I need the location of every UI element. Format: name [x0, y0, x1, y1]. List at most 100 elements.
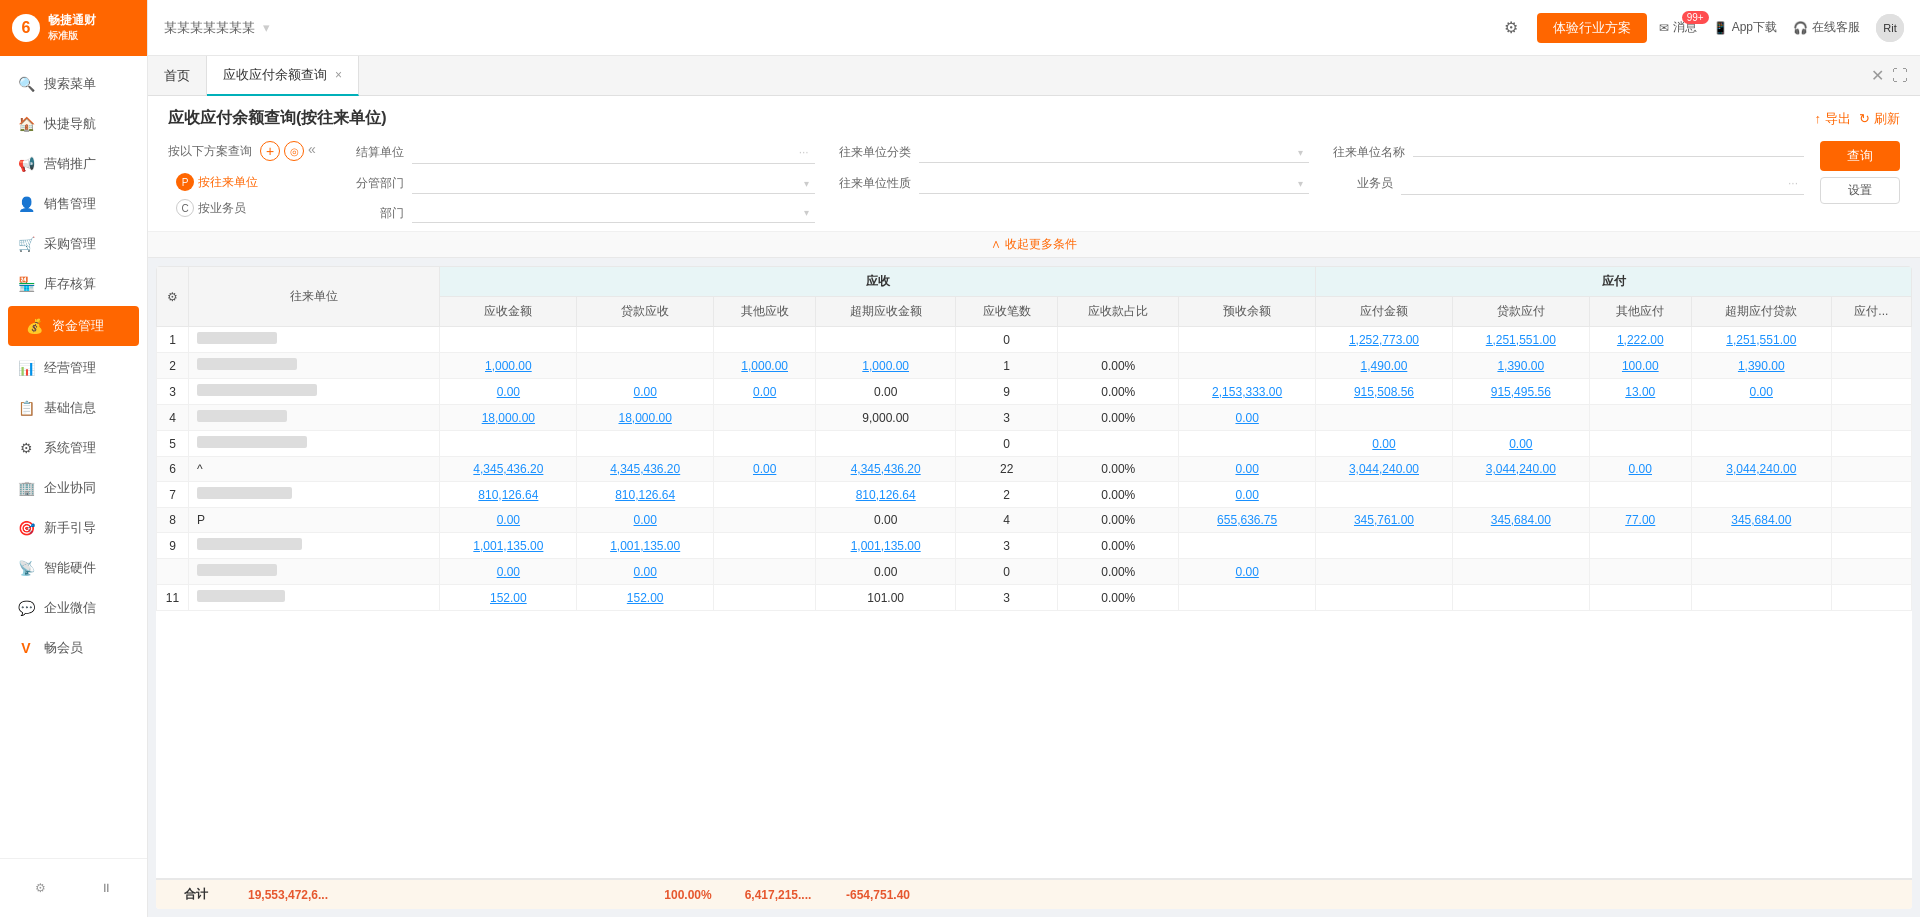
close-window-btn[interactable]: ✕ [1871, 66, 1884, 85]
dept-input[interactable]: ▾ [412, 174, 815, 194]
partner-nature-input[interactable]: ▾ [919, 174, 1310, 194]
row-overdue-ar: 0.00 [816, 379, 956, 405]
logo-sub: 标准版 [48, 29, 96, 43]
row-prepay: 0.00 [1179, 405, 1316, 431]
row-ap-etc [1831, 405, 1911, 431]
division-input[interactable]: ▾ [412, 203, 815, 223]
row-ap-amount [1316, 533, 1453, 559]
row-partner [189, 559, 440, 585]
tab-close-btn[interactable]: × [335, 68, 342, 82]
collapse-bar-btn[interactable]: ∧ 收起更多条件 [148, 231, 1920, 257]
sidebar-item-inventory[interactable]: 🏪 库存核算 [0, 264, 147, 304]
row-other-ap [1589, 482, 1691, 508]
row-ap-etc [1831, 482, 1911, 508]
app-download-btn[interactable]: 📱 App下载 [1713, 19, 1777, 36]
table-header-gear[interactable]: ⚙ [157, 267, 189, 327]
row-no: 1 [157, 327, 189, 353]
tab-arquery[interactable]: 应收应付余额查询 × [207, 56, 359, 96]
row-partner [189, 431, 440, 457]
row-loan-ar: 810,126.64 [577, 482, 714, 508]
filter-option-staff[interactable]: C 按业务员 [168, 195, 328, 221]
sidebar-item-basic[interactable]: 📋 基础信息 [0, 388, 147, 428]
filter-field-staff: 业务员 ··· [1333, 172, 1804, 195]
staff-input[interactable]: ··· [1401, 172, 1804, 195]
filter-label-row: 按以下方案查询 + ◎ « [168, 141, 328, 161]
query-btn[interactable]: 查询 [1820, 141, 1900, 171]
promo-btn[interactable]: 体验行业方案 [1537, 13, 1647, 43]
row-loan-ar: 4,345,436.20 [577, 457, 714, 482]
settings-btn[interactable]: ⚙ [29, 875, 52, 901]
sidebar-item-sales[interactable]: 👤 销售管理 [0, 184, 147, 224]
sidebar-label-quicknav: 快捷导航 [44, 115, 96, 133]
settings-gear-btn[interactable]: ⚙ [1497, 14, 1525, 42]
settings-icon: ⚙ [35, 881, 46, 895]
maximize-window-btn[interactable]: ⛶ [1892, 67, 1908, 85]
sidebar-item-system[interactable]: ⚙ 系统管理 [0, 428, 147, 468]
filter-arrow-btn[interactable]: « [308, 141, 316, 161]
sidebar-item-quicknav[interactable]: 🏠 快捷导航 [0, 104, 147, 144]
collapse-sidebar-btn[interactable]: ⏸ [94, 875, 118, 901]
sidebar-item-wechat[interactable]: 💬 企业微信 [0, 588, 147, 628]
row-overdue-ap [1691, 482, 1831, 508]
row-ap-amount: 0.00 [1316, 431, 1453, 457]
row-ap-amount: 1,490.00 [1316, 353, 1453, 379]
row-other-ar [714, 533, 816, 559]
row-loan-ap [1452, 585, 1589, 611]
row-loan-ar [577, 353, 714, 379]
row-loan-ar [577, 431, 714, 457]
row-partner [189, 482, 440, 508]
table-container[interactable]: ⚙ 往来单位 应收 应付 应收金额 贷款应收 其他应收 超期应收金额 应收笔数 … [156, 266, 1912, 878]
sidebar-item-operations[interactable]: 📊 经营管理 [0, 348, 147, 388]
row-ap-amount: 915,508.56 [1316, 379, 1453, 405]
sidebar-label-finance: 资金管理 [52, 317, 104, 335]
refresh-btn[interactable]: ↻ 刷新 [1859, 110, 1900, 128]
user-name: Rit [1876, 14, 1904, 42]
row-ar-amount [440, 431, 577, 457]
export-btn[interactable]: ↑ 导出 [1815, 110, 1852, 128]
row-ar-count: 4 [956, 508, 1058, 533]
partner-name-input[interactable] [1413, 148, 1804, 157]
settlement-input[interactable]: ··· [412, 141, 815, 164]
row-no: 3 [157, 379, 189, 405]
sidebar-item-marketing[interactable]: 📢 营销推广 [0, 144, 147, 184]
row-partner [189, 327, 440, 353]
row-partner: ^ [189, 457, 440, 482]
sidebar-item-guide[interactable]: 🎯 新手引导 [0, 508, 147, 548]
finance-icon: 💰 [24, 316, 44, 336]
message-btn[interactable]: ✉ 消息 99+ [1659, 19, 1697, 36]
app-label: App下载 [1732, 19, 1777, 36]
add-filter-btn[interactable]: + [260, 141, 280, 161]
row-overdue-ap [1691, 585, 1831, 611]
avatar[interactable]: Rit [1876, 14, 1904, 42]
target-filter-btn[interactable]: ◎ [284, 141, 304, 161]
tab-home[interactable]: 首页 [148, 56, 207, 96]
main-content: 首页 应收应付余额查询 × ✕ ⛶ 应收应付余额查询(按往来单位) ↑ 导出 [148, 56, 1920, 917]
member-icon: V [16, 638, 36, 658]
row-ar-amount: 4,345,436.20 [440, 457, 577, 482]
footer-ap-amount: -654,751.40 [828, 888, 928, 902]
sidebar-item-enterprise[interactable]: 🏢 企业协同 [0, 468, 147, 508]
breadcrumb-text[interactable]: 某某某某某某某 [164, 19, 255, 37]
row-ap-etc [1831, 327, 1911, 353]
row-other-ar [714, 327, 816, 353]
table-section: ⚙ 往来单位 应收 应付 应收金额 贷款应收 其他应收 超期应收金额 应收笔数 … [156, 266, 1912, 909]
footer-spacer3 [548, 888, 648, 902]
filter-field-settlement: 结算单位 ··· [344, 141, 815, 164]
sidebar-item-member[interactable]: V 畅会员 [0, 628, 147, 668]
table-row: 3 0.00 0.00 0.00 0.00 9 0.00% 2,153,333.… [157, 379, 1912, 405]
row-loan-ar: 18,000.00 [577, 405, 714, 431]
purchase-icon: 🛒 [16, 234, 36, 254]
row-ar-count: 0 [956, 327, 1058, 353]
online-service-btn[interactable]: 🎧 在线客服 [1793, 19, 1860, 36]
row-other-ar: 0.00 [714, 457, 816, 482]
th-overdue-ar: 超期应收金额 [816, 297, 956, 327]
sidebar-item-search[interactable]: 🔍 搜索菜单 [0, 64, 147, 104]
sidebar-item-purchase[interactable]: 🛒 采购管理 [0, 224, 147, 264]
page-title-row: 应收应付余额查询(按往来单位) ↑ 导出 ↻ 刷新 [168, 108, 1900, 129]
collapse-label: 收起更多条件 [1005, 237, 1077, 251]
setting-btn[interactable]: 设置 [1820, 177, 1900, 204]
partner-cat-input[interactable]: ▾ [919, 143, 1310, 163]
filter-option-partner[interactable]: P 按往来单位 [168, 169, 328, 195]
sidebar-item-finance[interactable]: 💰 资金管理 [8, 306, 139, 346]
sidebar-item-hardware[interactable]: 📡 智能硬件 [0, 548, 147, 588]
